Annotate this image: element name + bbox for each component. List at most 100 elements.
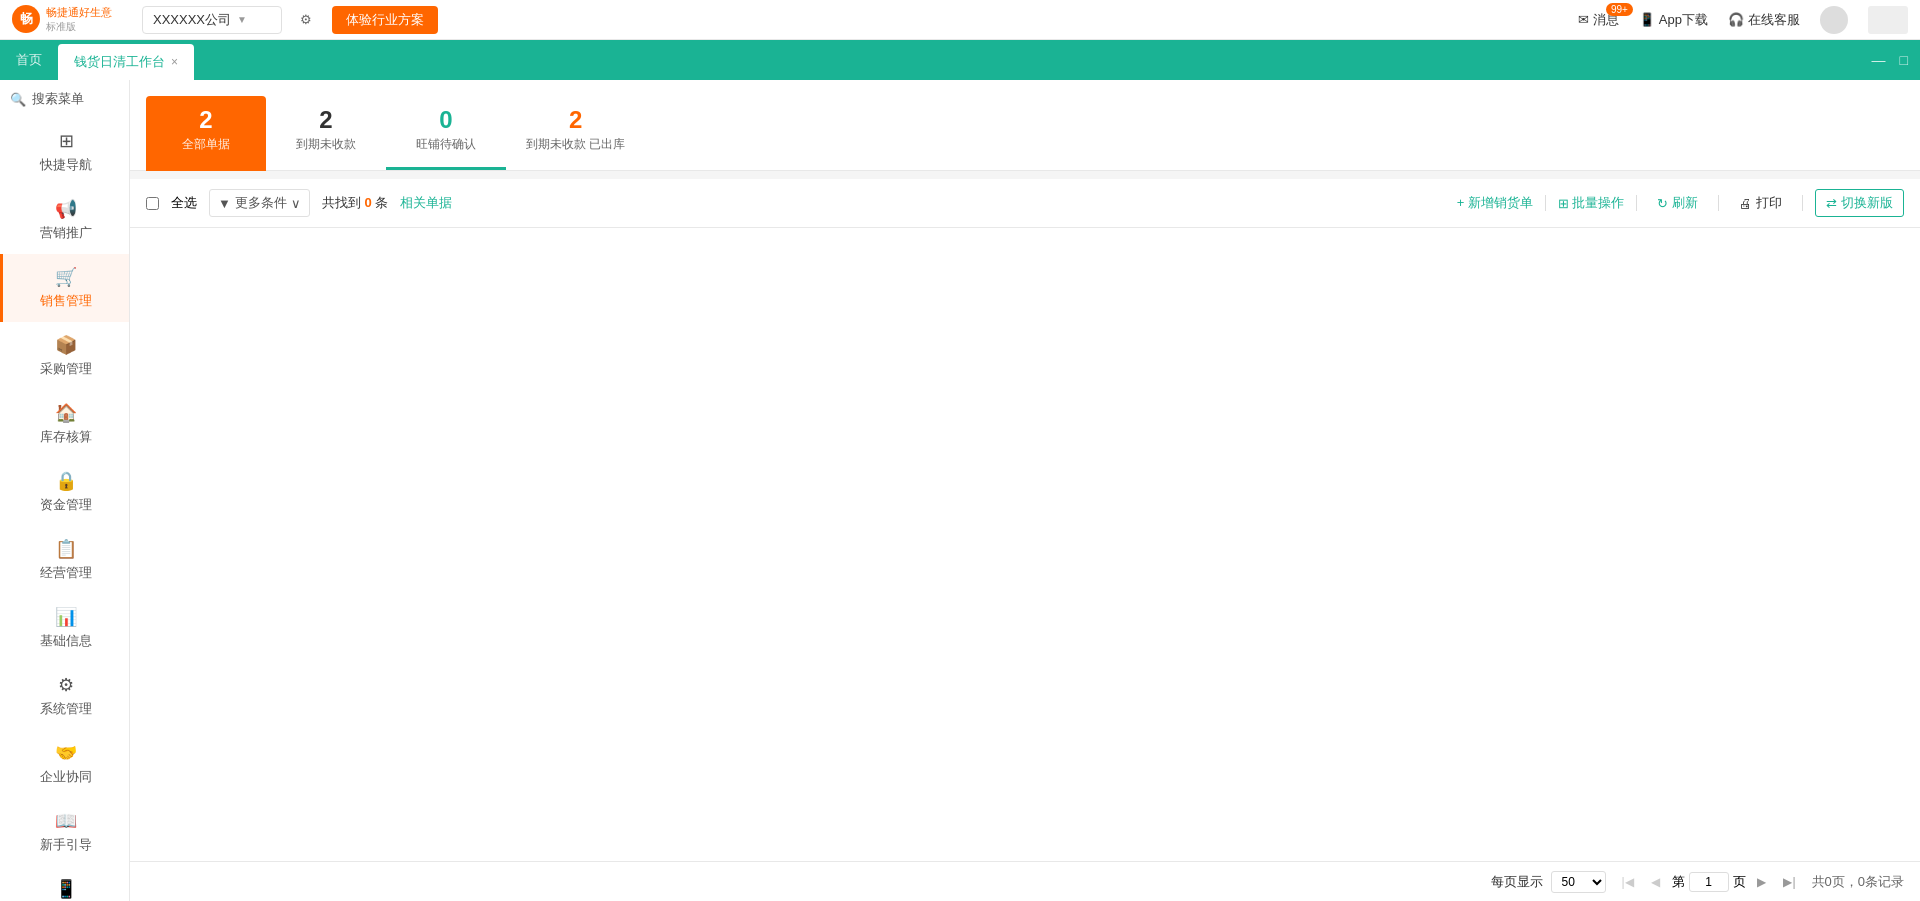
sidebar-item-sales[interactable]: 🛒 销售管理: [0, 254, 129, 322]
select-all-label: 全选: [171, 194, 197, 212]
batch-button[interactable]: ⊞ 批量操作: [1558, 194, 1624, 212]
switch-button[interactable]: ⇄ 切换新版: [1815, 189, 1904, 217]
per-page-label: 每页显示: [1491, 873, 1543, 891]
sidebar-label-marketing: 营销推广: [40, 224, 92, 242]
message-button[interactable]: ✉ 消息 99+: [1578, 11, 1619, 29]
print-label: 打印: [1756, 194, 1782, 212]
page-number-input[interactable]: [1689, 872, 1729, 892]
refresh-button[interactable]: ↻ 刷新: [1649, 190, 1706, 216]
sidebar-item-marketing[interactable]: 📢 营销推广: [0, 186, 129, 254]
tab-workspace[interactable]: 钱货日清工作台 ×: [58, 44, 194, 80]
online-service-button[interactable]: 🎧 在线客服: [1728, 11, 1800, 29]
page-suffix: 页: [1733, 873, 1746, 891]
sidebar-item-basic-info[interactable]: 📊 基础信息: [0, 594, 129, 662]
filter-label: 更多条件: [235, 194, 287, 212]
user-menu[interactable]: [1868, 6, 1908, 34]
sidebar-item-system[interactable]: ⚙ 系统管理: [0, 662, 129, 730]
tab-maximize-button[interactable]: □: [1896, 48, 1912, 72]
settings-button[interactable]: ⚙: [290, 4, 322, 36]
purchase-icon: 📦: [55, 334, 77, 356]
cooperation-icon: 🤝: [55, 742, 77, 764]
sidebar-label-cooperation: 企业协同: [40, 768, 92, 786]
sidebar-item-guide[interactable]: 📖 新手引导: [0, 798, 129, 866]
print-button[interactable]: 🖨 打印: [1731, 190, 1790, 216]
batch-label: 批量操作: [1572, 194, 1624, 212]
related-link[interactable]: 相关单据: [400, 194, 452, 212]
sidebar-search[interactable]: 🔍 搜索菜单: [0, 80, 129, 118]
trial-button[interactable]: 体验行业方案: [332, 6, 438, 34]
sidebar-item-cooperation[interactable]: 🤝 企业协同: [0, 730, 129, 798]
refresh-label: 刷新: [1672, 194, 1698, 212]
batch-icon: ⊞: [1558, 196, 1569, 211]
stat-label-pending: 旺铺待确认: [406, 136, 486, 153]
sidebar-label-sales: 销售管理: [40, 292, 92, 310]
page-next-button[interactable]: ▶: [1750, 870, 1774, 894]
stat-label-shipped: 到期未收款 已出库: [526, 136, 625, 153]
home-tab-label: 首页: [16, 51, 42, 69]
guide-icon: 📖: [55, 810, 77, 832]
app-download-button[interactable]: 📱 App下载: [1639, 11, 1708, 29]
chevron-down-icon: ▼: [237, 14, 247, 25]
sidebar-label-operation: 经营管理: [40, 564, 92, 582]
page-first-button[interactable]: |◀: [1616, 870, 1640, 894]
tab-home[interactable]: 首页: [0, 40, 58, 80]
logo-area: 畅 畅捷通好生意 标准版: [12, 5, 142, 33]
refresh-icon: ↻: [1657, 196, 1668, 211]
tab-minimize-button[interactable]: —: [1868, 48, 1890, 72]
company-selector[interactable]: XXXXXX公司 ▼: [142, 6, 282, 34]
finance-icon: 🔒: [55, 470, 77, 492]
system-icon: ⚙: [58, 674, 74, 696]
stat-label-all: 全部单据: [166, 136, 246, 153]
sidebar-item-operation[interactable]: 📋 经营管理: [0, 526, 129, 594]
divider: [1545, 195, 1546, 211]
stat-num-all: 2: [166, 106, 246, 134]
page-info: 每页显示 50 100 200: [1491, 871, 1606, 893]
stat-num-overdue: 2: [286, 106, 366, 134]
stat-num-pending: 0: [406, 106, 486, 134]
new-sale-button[interactable]: + 新增销货单: [1457, 194, 1533, 212]
gear-icon: ⚙: [300, 12, 312, 27]
toolbar-right: + 新增销货单 ⊞ 批量操作 ↻ 刷新 🖨 打印 ⇄: [1457, 189, 1904, 217]
stat-tab-pending[interactable]: 0 旺铺待确认: [386, 96, 506, 170]
sidebar-item-quick-nav[interactable]: ⊞ 快捷导航: [0, 118, 129, 186]
page-nav: |◀ ◀ 第 页 ▶ ▶|: [1616, 870, 1802, 894]
page-last-button[interactable]: ▶|: [1778, 870, 1802, 894]
stat-tab-shipped[interactable]: 2 到期未收款 已出库: [506, 96, 645, 170]
print-icon: 🖨: [1739, 196, 1752, 211]
sidebar-label-basic-info: 基础信息: [40, 632, 92, 650]
found-text: 共找到 0 条: [322, 194, 388, 212]
switch-icon: ⇄: [1826, 196, 1837, 211]
stat-tab-overdue[interactable]: 2 到期未收款: [266, 96, 386, 170]
sidebar-item-purchase[interactable]: 📦 采购管理: [0, 322, 129, 390]
avatar[interactable]: [1820, 6, 1848, 34]
sidebar-item-inventory[interactable]: 🏠 库存核算: [0, 390, 129, 458]
workspace-tab-label: 钱货日清工作台: [74, 53, 165, 71]
online-service-label: 在线客服: [1748, 11, 1800, 29]
tab-bar: 首页 钱货日清工作台 × — □: [0, 40, 1920, 80]
sidebar-label-purchase: 采购管理: [40, 360, 92, 378]
page-size-select[interactable]: 50 100 200: [1551, 871, 1606, 893]
search-label: 搜索菜单: [32, 90, 84, 108]
page-prev-button[interactable]: ◀: [1644, 870, 1668, 894]
search-icon: 🔍: [10, 92, 26, 107]
stat-tab-all[interactable]: 2 全部单据: [146, 96, 266, 171]
message-icon: ✉: [1578, 12, 1589, 27]
logo-text: 畅捷通好生意: [46, 5, 112, 19]
page-label: 第: [1672, 873, 1685, 891]
sidebar-item-finance[interactable]: 🔒 资金管理: [0, 458, 129, 526]
divider2: [1636, 195, 1637, 211]
quick-nav-icon: ⊞: [59, 130, 74, 152]
sidebar-label-system: 系统管理: [40, 700, 92, 718]
tab-close-icon[interactable]: ×: [171, 55, 178, 69]
filter-button[interactable]: ▼ 更多条件 ∨: [209, 189, 310, 217]
found-count: 0: [365, 195, 372, 210]
total-text: 共0页，0条记录: [1812, 873, 1904, 891]
operation-icon: 📋: [55, 538, 77, 560]
select-all-checkbox[interactable]: [146, 197, 159, 210]
sidebar-label-guide: 新手引导: [40, 836, 92, 854]
sidebar-item-app-center[interactable]: 📱 应用中心: [0, 866, 129, 901]
logo-tag: 标准版: [46, 20, 112, 34]
content-area: 2 全部单据 2 到期未收款 0 旺铺待确认 2 到期未收款 已出库 全选 ▼ …: [130, 80, 1920, 901]
message-badge: 99+: [1606, 3, 1633, 16]
stat-num-shipped: 2: [526, 106, 625, 134]
